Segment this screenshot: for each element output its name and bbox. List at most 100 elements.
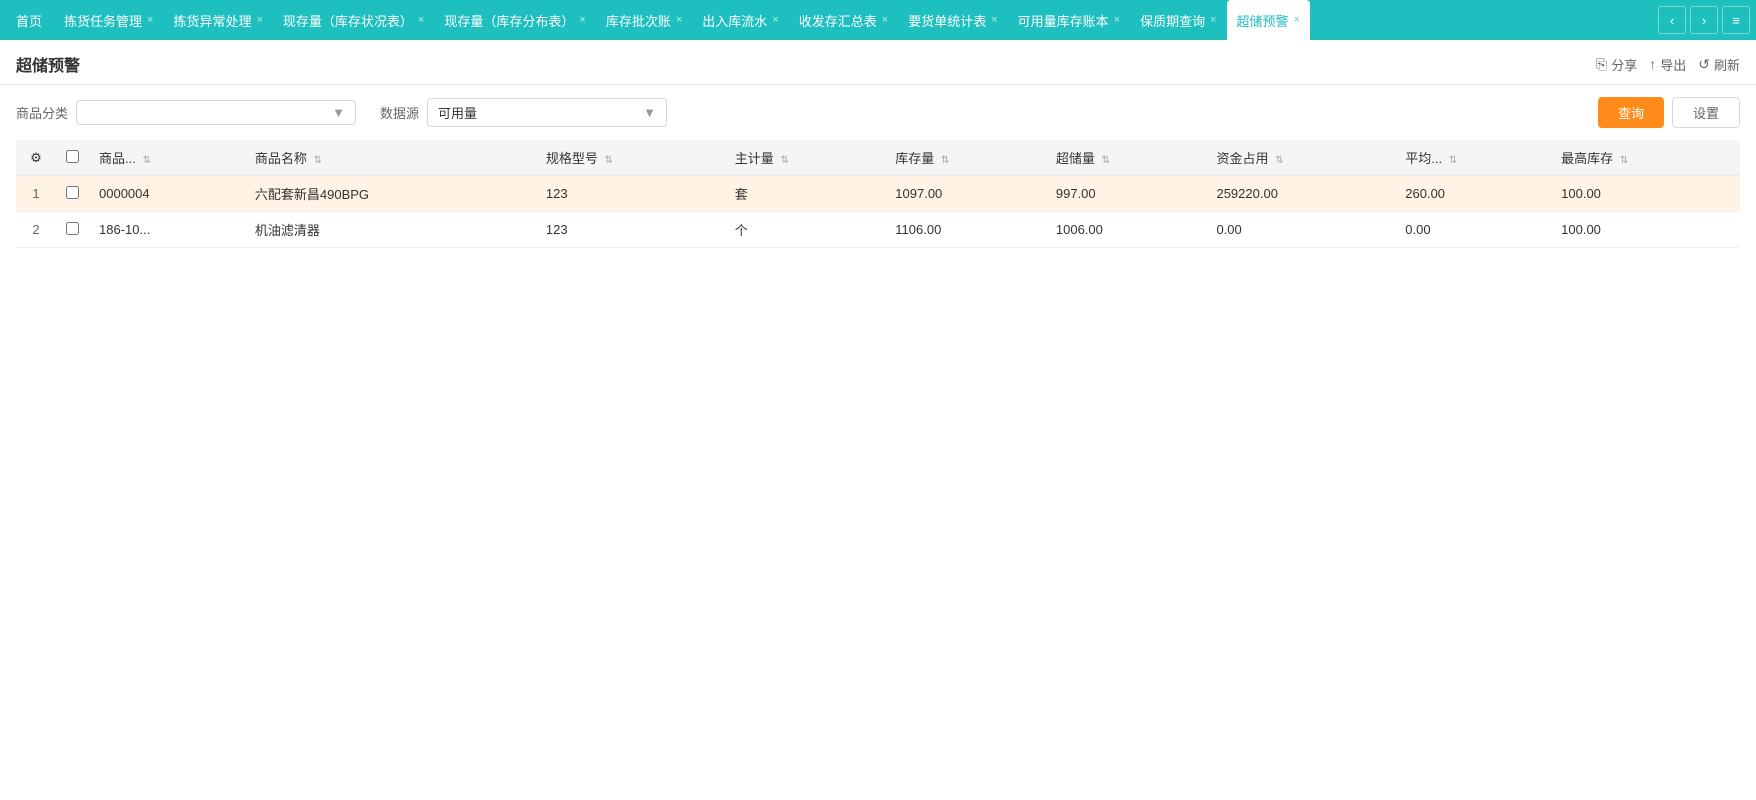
col-overstock-header[interactable]: 超储量 ⇅: [1046, 140, 1207, 176]
col-product-code-header[interactable]: 商品... ⇅: [89, 140, 245, 176]
sort-icon-unit: ⇅: [780, 155, 788, 166]
row-checkbox-1[interactable]: [56, 176, 89, 212]
filter-buttons: 查询 设置: [1598, 97, 1740, 128]
close-tab-4-icon[interactable]: ×: [579, 14, 585, 26]
close-tab-1-icon[interactable]: ×: [147, 14, 153, 26]
category-filter: 商品分类 ▼: [16, 100, 356, 125]
tab-4[interactable]: 现存量（库存分布表） ×: [434, 0, 595, 40]
row-index-1: 1: [16, 176, 56, 212]
nav-arrows: ‹ › ≡: [1656, 6, 1752, 34]
nav-home[interactable]: 首页: [4, 11, 54, 30]
tab-5[interactable]: 库存批次账 ×: [596, 0, 692, 40]
row-overstock-1: 997.00: [1046, 176, 1207, 212]
share-icon: ⎘: [1596, 56, 1607, 73]
row-max-stock-1: 100.00: [1551, 176, 1740, 212]
select-all-checkbox[interactable]: [66, 150, 79, 163]
share-button[interactable]: ⎘ 分享: [1596, 55, 1637, 74]
row-capital-1: 259220.00: [1206, 176, 1395, 212]
tab-1[interactable]: 拣货任务管理 ×: [54, 0, 163, 40]
close-tab-5-icon[interactable]: ×: [676, 14, 682, 26]
row-avg-1: 260.00: [1395, 176, 1551, 212]
sort-icon-product-name: ⇅: [314, 155, 322, 166]
row-spec-2: 123: [536, 212, 725, 248]
row-unit-2: 个: [725, 212, 886, 248]
nav-prev-button[interactable]: ‹: [1658, 6, 1686, 34]
tab-8[interactable]: 要货单统计表 ×: [898, 0, 1007, 40]
row-checkbox-2[interactable]: [56, 212, 89, 248]
category-dropdown-icon: ▼: [332, 105, 345, 120]
table-row: 2 186-10... 机油滤清器 123 个 1106.00 1006.00 …: [16, 212, 1740, 248]
table-container: ⚙ 商品... ⇅ 商品名称 ⇅ 规格型号 ⇅ 主计量: [0, 140, 1756, 248]
close-tab-7-icon[interactable]: ×: [882, 14, 888, 26]
sort-icon-max: ⇅: [1620, 155, 1628, 166]
close-tab-10-icon[interactable]: ×: [1210, 14, 1216, 26]
col-stock-header[interactable]: 库存量 ⇅: [885, 140, 1046, 176]
col-settings[interactable]: ⚙: [16, 140, 56, 176]
sort-icon-capital: ⇅: [1275, 155, 1283, 166]
close-tab-9-icon[interactable]: ×: [1114, 14, 1120, 26]
row-max-stock-2: 100.00: [1551, 212, 1740, 248]
row-spec-1: 123: [536, 176, 725, 212]
tab-7[interactable]: 收发存汇总表 ×: [789, 0, 898, 40]
datasource-select-value: 可用量: [438, 103, 477, 122]
row-avg-2: 0.00: [1395, 212, 1551, 248]
col-capital-header[interactable]: 资金占用 ⇅: [1206, 140, 1395, 176]
page-header: 超储预警 ⎘ 分享 ↑ 导出 ↺ 刷新: [0, 40, 1756, 85]
close-tab-6-icon[interactable]: ×: [772, 14, 778, 26]
refresh-icon: ↺: [1698, 56, 1710, 73]
close-tab-11-icon[interactable]: ×: [1294, 14, 1300, 26]
datasource-select[interactable]: 可用量 ▼: [427, 98, 667, 127]
close-tab-8-icon[interactable]: ×: [991, 14, 997, 26]
sort-icon-overstock: ⇅: [1102, 155, 1110, 166]
row-overstock-2: 1006.00: [1046, 212, 1207, 248]
table-body: 1 0000004 六配套新昌490BPG 123 套 1097.00 997.…: [16, 176, 1740, 248]
table-row: 1 0000004 六配套新昌490BPG 123 套 1097.00 997.…: [16, 176, 1740, 212]
table-header-row: ⚙ 商品... ⇅ 商品名称 ⇅ 规格型号 ⇅ 主计量: [16, 140, 1740, 176]
col-max-header[interactable]: 最高库存 ⇅: [1551, 140, 1740, 176]
sort-icon-avg: ⇅: [1449, 155, 1457, 166]
col-avg-header[interactable]: 平均... ⇅: [1395, 140, 1551, 176]
tab-10[interactable]: 保质期查询 ×: [1130, 0, 1226, 40]
row-product-name-1: 六配套新昌490BPG: [245, 176, 536, 212]
query-button[interactable]: 查询: [1598, 97, 1664, 128]
col-select-all[interactable]: [56, 140, 89, 176]
row-index-2: 2: [16, 212, 56, 248]
tab-6[interactable]: 出入库流水 ×: [692, 0, 788, 40]
row-capital-2: 0.00: [1206, 212, 1395, 248]
category-select[interactable]: ▼: [76, 100, 356, 125]
page-title: 超储预警: [16, 52, 80, 76]
top-navigation: 首页 拣货任务管理 × 拣货异常处理 × 现存量（库存状况表） × 现存量（库存…: [0, 0, 1756, 40]
tab-2[interactable]: 拣货异常处理 ×: [163, 0, 272, 40]
row-select-2[interactable]: [66, 222, 79, 235]
filter-bar: 商品分类 ▼ 数据源 可用量 ▼ 查询 设置: [0, 85, 1756, 140]
row-stock-2: 1106.00: [885, 212, 1046, 248]
category-label: 商品分类: [16, 103, 68, 122]
sort-icon-spec: ⇅: [605, 155, 613, 166]
sort-icon-stock: ⇅: [941, 155, 949, 166]
tab-9[interactable]: 可用量库存账本 ×: [1008, 0, 1130, 40]
export-button[interactable]: ↑ 导出: [1649, 55, 1686, 74]
col-unit-header[interactable]: 主计量 ⇅: [725, 140, 886, 176]
datasource-dropdown-icon: ▼: [643, 105, 656, 120]
row-product-code-1: 0000004: [89, 176, 245, 212]
col-product-name-header[interactable]: 商品名称 ⇅: [245, 140, 536, 176]
row-stock-1: 1097.00: [885, 176, 1046, 212]
tab-11[interactable]: 超储预警 ×: [1227, 0, 1310, 40]
header-actions: ⎘ 分享 ↑ 导出 ↺ 刷新: [1596, 55, 1740, 74]
row-select-1[interactable]: [66, 186, 79, 199]
refresh-button[interactable]: ↺ 刷新: [1698, 55, 1740, 74]
col-spec-header[interactable]: 规格型号 ⇅: [536, 140, 725, 176]
close-tab-2-icon[interactable]: ×: [256, 14, 262, 26]
export-icon: ↑: [1649, 56, 1656, 72]
nav-next-button[interactable]: ›: [1690, 6, 1718, 34]
datasource-label: 数据源: [380, 103, 419, 122]
row-unit-1: 套: [725, 176, 886, 212]
nav-more-button[interactable]: ≡: [1722, 6, 1750, 34]
close-tab-3-icon[interactable]: ×: [418, 14, 424, 26]
row-product-code-2: 186-10...: [89, 212, 245, 248]
settings-button[interactable]: 设置: [1672, 97, 1740, 128]
datasource-filter: 数据源 可用量 ▼: [380, 98, 667, 127]
tab-3[interactable]: 现存量（库存状况表） ×: [273, 0, 434, 40]
row-product-name-2: 机油滤清器: [245, 212, 536, 248]
sort-icon-product-code: ⇅: [142, 155, 150, 166]
